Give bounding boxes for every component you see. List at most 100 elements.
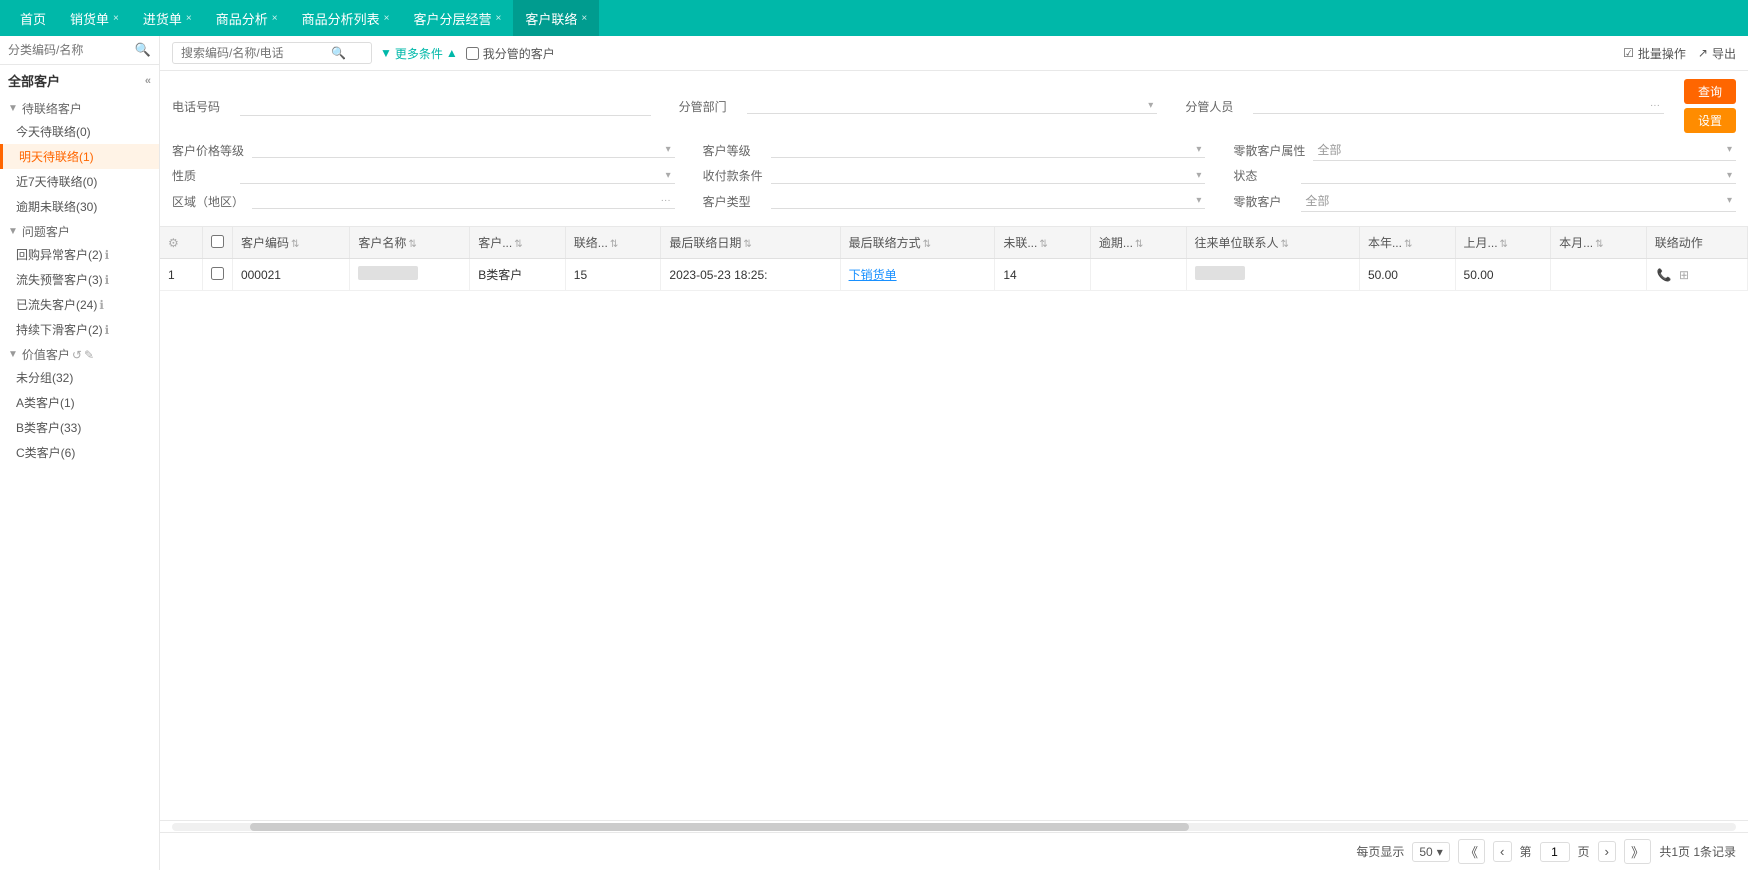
more-filter-btn[interactable]: ▼ 更多条件 ▲ <box>380 45 458 62</box>
status-select[interactable]: ▾ <box>1301 168 1736 184</box>
nav-home[interactable]: 首页 <box>8 0 58 36</box>
gear-icon: ⚙ <box>168 236 179 250</box>
sidebar-search-container: 🔍 <box>0 36 159 65</box>
status-chevron: ▾ <box>1727 170 1732 181</box>
sort-icon-last-date: ⇅ <box>743 239 751 250</box>
export-btn[interactable]: ↗ 导出 <box>1698 45 1736 62</box>
td-checkbox[interactable] <box>202 259 232 291</box>
td-last-month: 50.00 <box>1455 259 1551 291</box>
retail-attr-select[interactable]: 全部 ▾ <box>1313 139 1736 161</box>
sidebar-item-churned[interactable]: 已流失客户(24) ℹ <box>0 292 159 317</box>
sidebar-item-overdue[interactable]: 逾期未联络(30) <box>0 194 159 219</box>
sidebar-item-abnormal[interactable]: 回购异常客户(2) ℹ <box>0 242 159 267</box>
sort-icon-last-method: ⇅ <box>923 239 931 250</box>
sidebar-item-declining[interactable]: 持续下滑客户(2) ℹ <box>0 317 159 342</box>
search-icon[interactable]: 🔍 <box>331 46 346 60</box>
th-checkbox[interactable] <box>202 227 232 259</box>
th-overdue: 逾期...⇅ <box>1090 227 1186 259</box>
info-icon-1: ℹ <box>105 248 110 262</box>
refresh-icon[interactable]: ↺ <box>72 348 82 362</box>
nav-sales-close[interactable]: × <box>113 13 119 24</box>
content-area: 🔍 ▼ 更多条件 ▲ 我分管的客户 ☑ 批量操作 ↗ 导出 <box>160 36 1748 870</box>
grid-action-icon[interactable]: ⊞ <box>1679 268 1689 282</box>
all-customers-header[interactable]: 全部客户 « <box>0 65 159 96</box>
nav-product-list-close[interactable]: × <box>384 13 390 24</box>
sidebar-item-tomorrow[interactable]: 明天待联络(1) <box>0 144 159 169</box>
select-all-checkbox[interactable] <box>211 235 224 248</box>
set-btn[interactable]: 设置 <box>1684 108 1736 133</box>
manager-select[interactable]: ··· <box>1253 98 1664 114</box>
phone-input[interactable] <box>240 97 651 116</box>
edit-icon[interactable]: ✎ <box>84 348 94 362</box>
price-level-select[interactable]: ▾ <box>252 142 675 158</box>
customer-type-chevron: ▾ <box>1196 195 1201 206</box>
dept-select[interactable]: ▾ <box>747 98 1158 114</box>
per-page-select[interactable]: 50 ▾ <box>1412 842 1449 862</box>
dept-label: 分管部门 <box>679 98 739 115</box>
scrollbar-thumb[interactable] <box>250 823 1188 831</box>
sidebar-item-ungrouped[interactable]: 未分组(32) <box>0 365 159 390</box>
sort-icon-this-month: ⇅ <box>1595 239 1603 250</box>
th-last-month: 上月...⇅ <box>1455 227 1551 259</box>
nav-customer-tier-close[interactable]: × <box>495 13 501 24</box>
prev-page-btn[interactable]: ‹ <box>1493 841 1511 862</box>
region-select[interactable]: ··· <box>252 193 675 209</box>
my-customers-checkbox[interactable]: 我分管的客户 <box>466 45 555 62</box>
triangle-icon: ▼ <box>8 103 18 114</box>
info-icon-2: ℹ <box>105 273 110 287</box>
nav-purchase-close[interactable]: × <box>186 13 192 24</box>
batch-op-btn[interactable]: ☑ 批量操作 <box>1623 45 1686 62</box>
page-input[interactable] <box>1540 842 1570 862</box>
payment-label: 收付款条件 <box>703 167 763 184</box>
td-this-year: 50.00 <box>1359 259 1455 291</box>
td-last-method[interactable]: 下销货单 <box>840 259 995 291</box>
td-type: B类客户 <box>470 259 566 291</box>
sidebar-item-class-c[interactable]: C类客户(6) <box>0 440 159 465</box>
section-problem-customers: ▼ 问题客户 <box>0 219 159 242</box>
sort-icon-overdue: ⇅ <box>1135 239 1143 250</box>
horizontal-scrollbar[interactable] <box>160 820 1748 832</box>
nav-sales[interactable]: 销货单 × <box>58 0 131 36</box>
export-icon: ↗ <box>1698 46 1708 60</box>
sidebar: 🔍 全部客户 « ▼ 待联络客户 今天待联络(0) 明天待联络(1) 近7天待联… <box>0 36 160 870</box>
row-checkbox[interactable] <box>211 267 224 280</box>
total-records: 共1页 1条记录 <box>1659 843 1736 860</box>
nav-purchase[interactable]: 进货单 × <box>131 0 204 36</box>
th-this-year: 本年...⇅ <box>1359 227 1455 259</box>
manager-ellipsis: ··· <box>1650 100 1660 111</box>
filter-retail-customer: 零散客户 全部 ▾ <box>1233 190 1736 212</box>
query-btn[interactable]: 查询 <box>1684 79 1736 104</box>
filter-retail-attr: 零散客户属性 全部 ▾ <box>1233 139 1736 161</box>
nav-customer-contact-close[interactable]: × <box>581 13 587 24</box>
filter-payment: 收付款条件 ▾ <box>703 167 1206 184</box>
sidebar-item-churn-warning[interactable]: 流失预警客户(3) ℹ <box>0 267 159 292</box>
customer-type-select[interactable]: ▾ <box>771 193 1206 209</box>
payment-select[interactable]: ▾ <box>771 168 1206 184</box>
table-footer: 每页显示 50 ▾ 《 ‹ 第 页 › 》 共1页 1条记录 <box>160 832 1748 870</box>
last-page-btn[interactable]: 》 <box>1624 839 1651 864</box>
gender-select[interactable]: ▾ <box>240 168 675 184</box>
nav-customer-contact[interactable]: 客户联络 × <box>513 0 599 36</box>
sidebar-item-today[interactable]: 今天待联络(0) <box>0 119 159 144</box>
nav-product-analysis[interactable]: 商品分析 × <box>204 0 290 36</box>
th-gear[interactable]: ⚙ <box>160 227 202 259</box>
first-page-btn[interactable]: 《 <box>1458 839 1485 864</box>
retail-customer-select[interactable]: 全部 ▾ <box>1301 190 1736 212</box>
my-customers-check-input[interactable] <box>466 47 479 60</box>
nav-product-analysis-close[interactable]: × <box>272 13 278 24</box>
nav-customer-tier[interactable]: 客户分层经营 × <box>401 0 513 36</box>
sidebar-item-7days[interactable]: 近7天待联络(0) <box>0 169 159 194</box>
td-name[interactable] <box>350 259 470 291</box>
sidebar-search-input[interactable] <box>8 43 135 57</box>
next-page-btn[interactable]: › <box>1598 841 1616 862</box>
td-contacts: 15 <box>565 259 661 291</box>
nav-product-list[interactable]: 商品分析列表 × <box>290 0 402 36</box>
filter-customer-level: 客户等级 ▾ <box>703 142 1206 159</box>
phone-action-icon[interactable]: 📞 <box>1657 268 1672 282</box>
contact-method-link[interactable]: 下销货单 <box>849 268 897 282</box>
sidebar-item-class-a[interactable]: A类客户(1) <box>0 390 159 415</box>
search-input[interactable] <box>181 46 331 60</box>
filter-manager: 分管人员 ··· <box>1185 98 1664 115</box>
customer-level-select[interactable]: ▾ <box>771 142 1206 158</box>
sidebar-item-class-b[interactable]: B类客户(33) <box>0 415 159 440</box>
